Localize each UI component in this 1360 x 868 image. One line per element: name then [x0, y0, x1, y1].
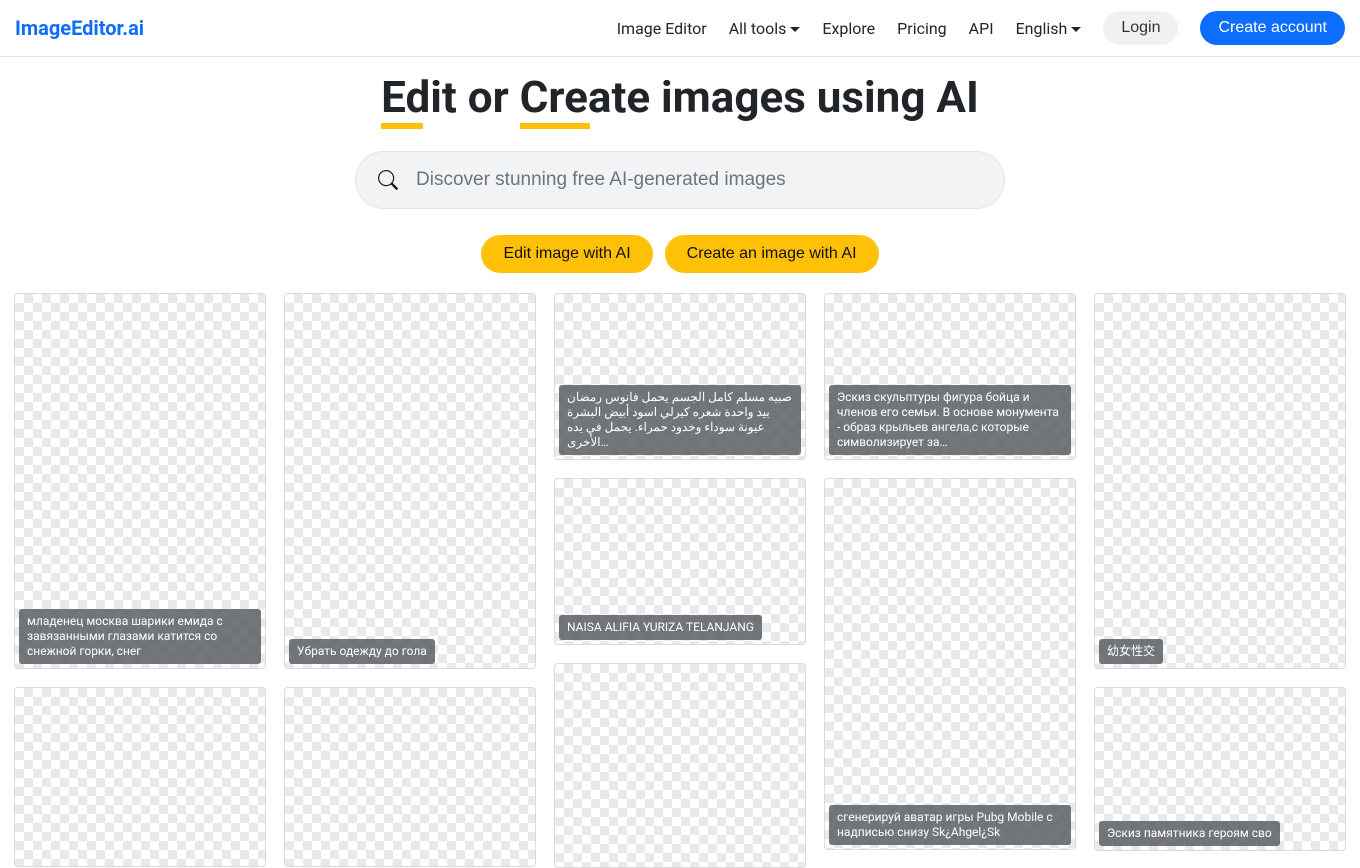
- gallery-col-3: صبيه مسلم كامل الجسم يحمل فانوس رمضان بي…: [554, 293, 806, 868]
- create-account-button[interactable]: Create account: [1200, 11, 1345, 45]
- navbar: ImageEditor.ai Image Editor All tools Ex…: [0, 0, 1360, 57]
- gallery-card[interactable]: сгенерируй аватар игры Pubg Mobile c над…: [824, 478, 1076, 850]
- gallery-col-5: 幼女性交 Эскиз памятника героям сво: [1094, 293, 1346, 868]
- gallery-col-1: младенец москва шарики емида с завязанны…: [14, 293, 266, 868]
- card-caption: сгенерируй аватар игры Pubg Mobile c над…: [829, 805, 1071, 845]
- underline-icon: [520, 123, 590, 129]
- title-or: or: [457, 71, 520, 123]
- card-caption: 幼女性交: [1099, 639, 1163, 664]
- page-title: Edit or Create images using AI: [381, 71, 979, 123]
- nav-right: Image Editor All tools Explore Pricing A…: [617, 11, 1345, 45]
- gallery-card[interactable]: 幼女性交: [1094, 293, 1346, 669]
- login-button[interactable]: Login: [1103, 11, 1178, 45]
- gallery-card[interactable]: младенец москва шарики емида с завязанны…: [14, 293, 266, 669]
- nav-language[interactable]: English: [1016, 19, 1082, 38]
- create-image-button[interactable]: Create an image with AI: [665, 235, 879, 273]
- title-create: Create: [520, 71, 650, 123]
- image-placeholder: [285, 688, 535, 866]
- gallery: младенец москва шарики емида с завязанны…: [0, 273, 1360, 868]
- gallery-card[interactable]: [554, 663, 806, 868]
- card-caption: Эскиз памятника героям сво: [1099, 821, 1280, 846]
- gallery-card[interactable]: Убрать одежду до гола: [284, 293, 536, 669]
- nav-image-editor[interactable]: Image Editor: [617, 19, 707, 38]
- gallery-card[interactable]: Эскиз памятника героям сво: [1094, 687, 1346, 851]
- image-placeholder: [15, 688, 265, 866]
- gallery-card[interactable]: [284, 687, 536, 867]
- title-edit: Edit: [381, 71, 457, 123]
- card-caption: NAISA ALIFIA YURIZA TELANJANG: [559, 615, 762, 640]
- underline-icon: [381, 123, 423, 129]
- gallery-card[interactable]: صبيه مسلم كامل الجسم يحمل فانوس رمضان بي…: [554, 293, 806, 460]
- gallery-card[interactable]: Эскиз скульптуры фигура бойца и членов е…: [824, 293, 1076, 460]
- image-placeholder: [285, 294, 535, 668]
- card-caption: Убрать одежду до гола: [289, 639, 435, 664]
- image-placeholder: [555, 664, 805, 867]
- nav-all-tools[interactable]: All tools: [729, 19, 801, 38]
- gallery-col-4: Эскиз скульптуры фигура бойца и членов е…: [824, 293, 1076, 868]
- search-icon: [378, 170, 398, 190]
- card-caption: صبيه مسلم كامل الجسم يحمل فانوس رمضان بي…: [559, 385, 801, 455]
- action-row: Edit image with AI Create an image with …: [0, 235, 1360, 273]
- search-bar[interactable]: [355, 151, 1005, 209]
- title-rest: images using AI: [650, 71, 979, 123]
- gallery-card[interactable]: NAISA ALIFIA YURIZA TELANJANG: [554, 478, 806, 645]
- gallery-col-2: Убрать одежду до гола: [284, 293, 536, 868]
- gallery-card[interactable]: [14, 687, 266, 867]
- image-placeholder: [825, 479, 1075, 849]
- card-caption: Эскиз скульптуры фигура бойца и членов е…: [829, 385, 1071, 455]
- image-placeholder: [1095, 294, 1345, 668]
- brand-logo[interactable]: ImageEditor.ai: [15, 16, 144, 40]
- search-input[interactable]: [416, 169, 982, 191]
- nav-pricing[interactable]: Pricing: [897, 19, 947, 38]
- nav-api[interactable]: API: [969, 19, 994, 38]
- edit-image-button[interactable]: Edit image with AI: [481, 235, 652, 273]
- card-caption: младенец москва шарики емида с завязанны…: [19, 609, 261, 664]
- nav-explore[interactable]: Explore: [822, 19, 875, 38]
- hero: Edit or Create images using AI Edit imag…: [0, 57, 1360, 273]
